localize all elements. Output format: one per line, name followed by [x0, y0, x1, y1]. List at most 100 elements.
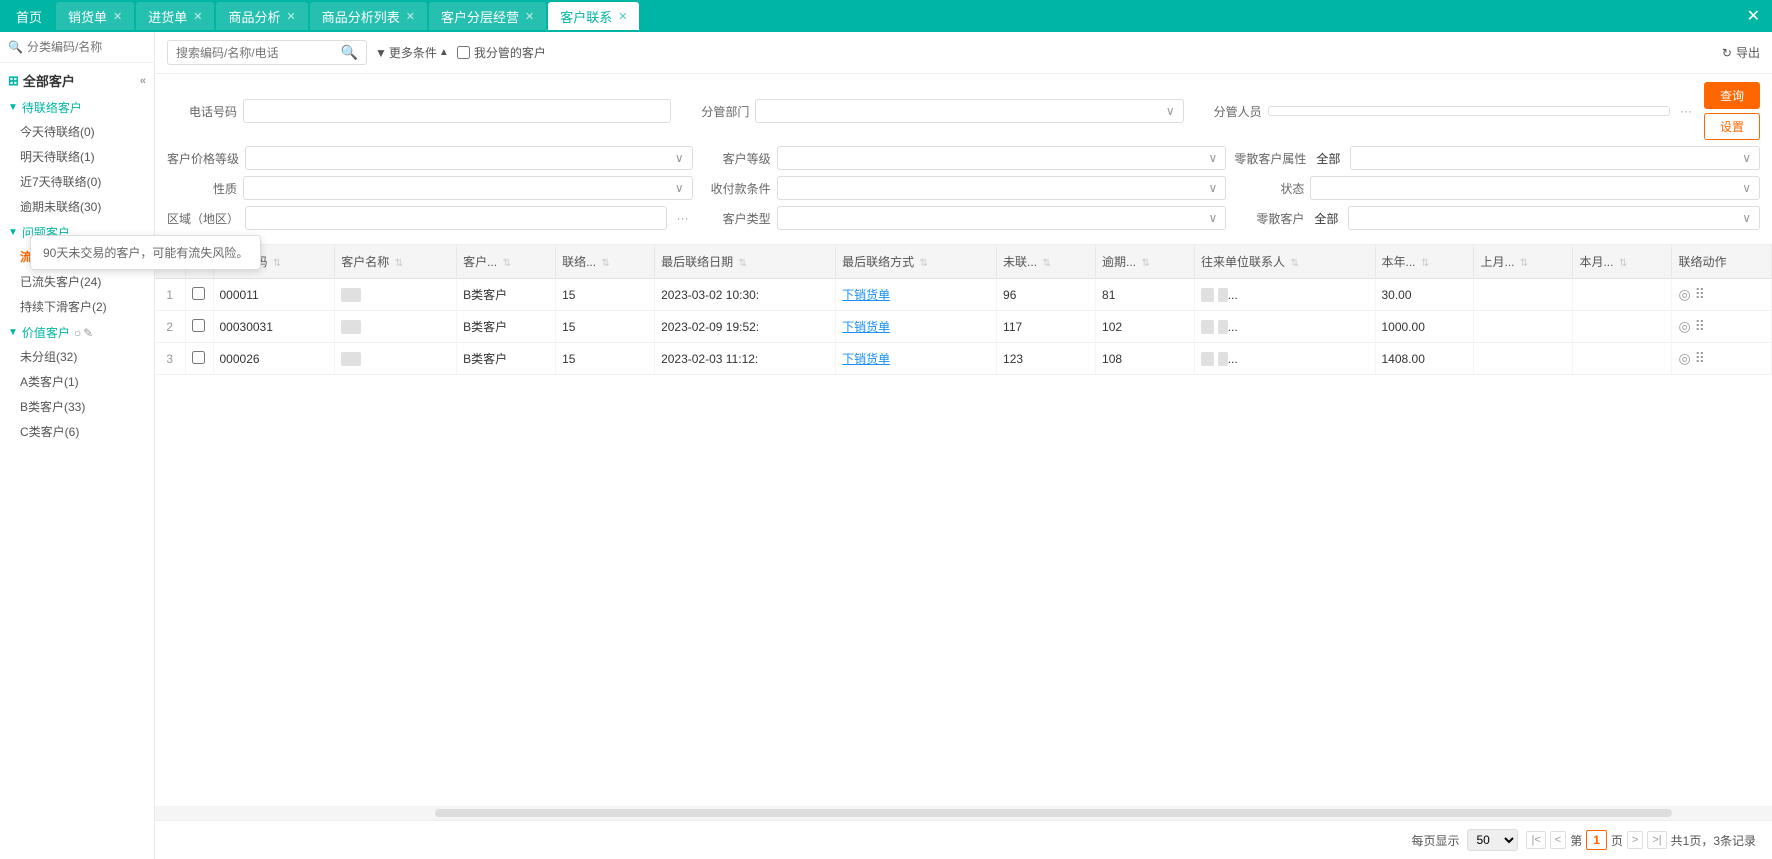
next-page-button[interactable]: > [1627, 831, 1643, 849]
filter-customer-tier-select[interactable]: ∨ [777, 146, 1227, 170]
close-icon[interactable]: ✕ [525, 10, 534, 23]
close-icon[interactable]: ✕ [113, 10, 122, 23]
col-company-contact[interactable]: 往来单位联系人 ⇅ [1195, 245, 1375, 279]
export-button[interactable]: ↻ 导出 [1722, 44, 1760, 61]
row-number: 2 [155, 311, 185, 343]
arrow-icon: ▼ [8, 102, 18, 113]
sidebar-group-value[interactable]: ▼ 价值客户 ○ ✎ [0, 319, 154, 344]
sidebar-item-class-a[interactable]: A类客户(1) [0, 369, 154, 394]
chevron-down-icon: ∨ [1742, 181, 1751, 195]
row-type: B类客户 [457, 279, 556, 311]
query-button[interactable]: 查询 [1704, 82, 1760, 109]
close-all-button[interactable]: ✕ [1739, 6, 1768, 26]
col-contact-count[interactable]: 联络... ⇅ [556, 245, 655, 279]
col-last-month[interactable]: 上月... ⇅ [1474, 245, 1573, 279]
sort-icon: ⇅ [1421, 258, 1429, 269]
row-company-contact: ... [1195, 343, 1375, 375]
sidebar-search-input[interactable] [27, 40, 146, 54]
sidebar-item-today[interactable]: 今天待联络(0) [0, 119, 154, 144]
col-last-contact-type[interactable]: 最后联络方式 ⇅ [836, 245, 997, 279]
tab-purchase[interactable]: 进货单 ✕ [136, 2, 214, 30]
filter-scattered-select[interactable]: ∨ [1348, 206, 1760, 230]
sort-icon: ⇅ [919, 258, 927, 269]
chevron-down-icon: ∨ [1166, 104, 1175, 118]
collapse-icon: « [140, 75, 146, 87]
filter-icon: ▼ [375, 46, 387, 60]
my-customers-checkbox[interactable] [457, 46, 470, 59]
filter-dept-select[interactable]: ∨ [755, 99, 1183, 123]
tab-analysis-list[interactable]: 商品分析列表 ✕ [310, 2, 427, 30]
chevron-down-icon: ∨ [1742, 211, 1751, 225]
edit-group-icon[interactable]: ✎ [83, 326, 93, 340]
settings-button[interactable]: 设置 [1704, 113, 1760, 140]
row-checkbox[interactable] [192, 287, 205, 300]
close-icon[interactable]: ✕ [193, 10, 202, 23]
row-last-contact-type: 下销货单 [836, 343, 997, 375]
my-customers-checkbox-label[interactable]: 我分管的客户 [457, 44, 546, 61]
last-page-button[interactable]: >| [1647, 831, 1666, 849]
add-group-icon[interactable]: ○ [74, 326, 81, 340]
more-action-icon[interactable]: ⠿ [1695, 286, 1705, 303]
row-code: 00030031 [213, 311, 335, 343]
filter-scattered-attr-select[interactable]: ∨ [1350, 146, 1760, 170]
more-conditions-button[interactable]: ▼ 更多条件 ▲ [375, 44, 449, 61]
tab-analysis[interactable]: 商品分析 ✕ [216, 2, 307, 30]
contact-icon[interactable]: ◎ [1678, 286, 1690, 303]
refresh-icon: ↻ [1722, 46, 1732, 60]
row-checkbox[interactable] [192, 351, 205, 364]
prev-page-button[interactable]: < [1550, 831, 1566, 849]
more-action-icon[interactable]: ⠿ [1695, 318, 1705, 335]
col-name[interactable]: 客户名称 ⇅ [335, 245, 457, 279]
tab-sales[interactable]: 销货单 ✕ [56, 2, 134, 30]
search-input[interactable] [176, 46, 341, 60]
horizontal-scrollbar[interactable] [155, 806, 1772, 820]
col-no-contact-days[interactable]: 未联... ⇅ [997, 245, 1096, 279]
close-icon[interactable]: ✕ [406, 10, 415, 23]
per-page-select[interactable]: 50 100 [1467, 829, 1518, 851]
sidebar-group-pending[interactable]: ▼ 待联络客户 [0, 94, 154, 119]
close-icon[interactable]: ✕ [618, 10, 627, 23]
sidebar-item-7days[interactable]: 近7天待联络(0) [0, 169, 154, 194]
row-checkbox[interactable] [192, 319, 205, 332]
contact-icon[interactable]: ◎ [1678, 318, 1690, 335]
filter-region-input[interactable] [245, 206, 667, 230]
chevron-down-icon: ∨ [1742, 151, 1751, 165]
region-more-icon[interactable]: ··· [673, 211, 693, 225]
filter-nature-select[interactable]: ∨ [243, 176, 693, 200]
close-icon[interactable]: ✕ [287, 10, 296, 23]
sidebar-item-overdue[interactable]: 逾期未联络(30) [0, 194, 154, 219]
more-action-icon[interactable]: ⠿ [1695, 350, 1705, 367]
search-icon[interactable]: 🔍 [341, 44, 358, 61]
sidebar-item-class-c[interactable]: C类客户(6) [0, 419, 154, 444]
sidebar-item-ungroup[interactable]: 未分组(32) [0, 344, 154, 369]
grid-icon: ⊞ [8, 73, 19, 89]
filter-price-tier-select[interactable]: ∨ [245, 146, 693, 170]
sidebar-item-tomorrow[interactable]: 明天待联络(1) [0, 144, 154, 169]
filter-customer-type-select[interactable]: ∨ [777, 206, 1227, 230]
filter-phone-input[interactable] [243, 99, 671, 123]
col-last-contact-date[interactable]: 最后联络日期 ⇅ [655, 245, 836, 279]
sidebar-item-class-b[interactable]: B类客户(33) [0, 394, 154, 419]
filter-status: 状态 ∨ [1234, 176, 1760, 200]
first-page-button[interactable]: |< [1526, 831, 1545, 849]
filter-dept: 分管部门 ∨ [679, 99, 1183, 123]
sidebar-item-declining[interactable]: 持续下滑客户(2) [0, 294, 154, 319]
tab-customer-contact[interactable]: 客户联系 ✕ [548, 2, 639, 30]
filter-status-select[interactable]: ∨ [1310, 176, 1760, 200]
more-options-icon[interactable]: ··· [1676, 104, 1696, 118]
row-type: B类客户 [457, 311, 556, 343]
sidebar-item-churned[interactable]: 已流失客户(24) [0, 269, 154, 294]
filter-payment-select[interactable]: ∨ [777, 176, 1227, 200]
filter-manager-select[interactable] [1268, 106, 1670, 116]
row-no-contact-days: 96 [997, 279, 1096, 311]
row-no-contact-days: 117 [997, 311, 1096, 343]
tab-home[interactable]: 首页 [4, 2, 54, 30]
col-this-year[interactable]: 本年... ⇅ [1375, 245, 1474, 279]
contact-icon[interactable]: ◎ [1678, 350, 1690, 367]
col-type[interactable]: 客户... ⇅ [457, 245, 556, 279]
col-this-month[interactable]: 本月... ⇅ [1573, 245, 1672, 279]
all-customers-header[interactable]: ⊞ 全部客户 « [0, 63, 154, 94]
table-row: 1000011 B类客户152023-03-02 10:30:下销货单9681 … [155, 279, 1772, 311]
tab-customer-tier[interactable]: 客户分层经营 ✕ [429, 2, 546, 30]
col-overdue[interactable]: 逾期... ⇅ [1096, 245, 1195, 279]
